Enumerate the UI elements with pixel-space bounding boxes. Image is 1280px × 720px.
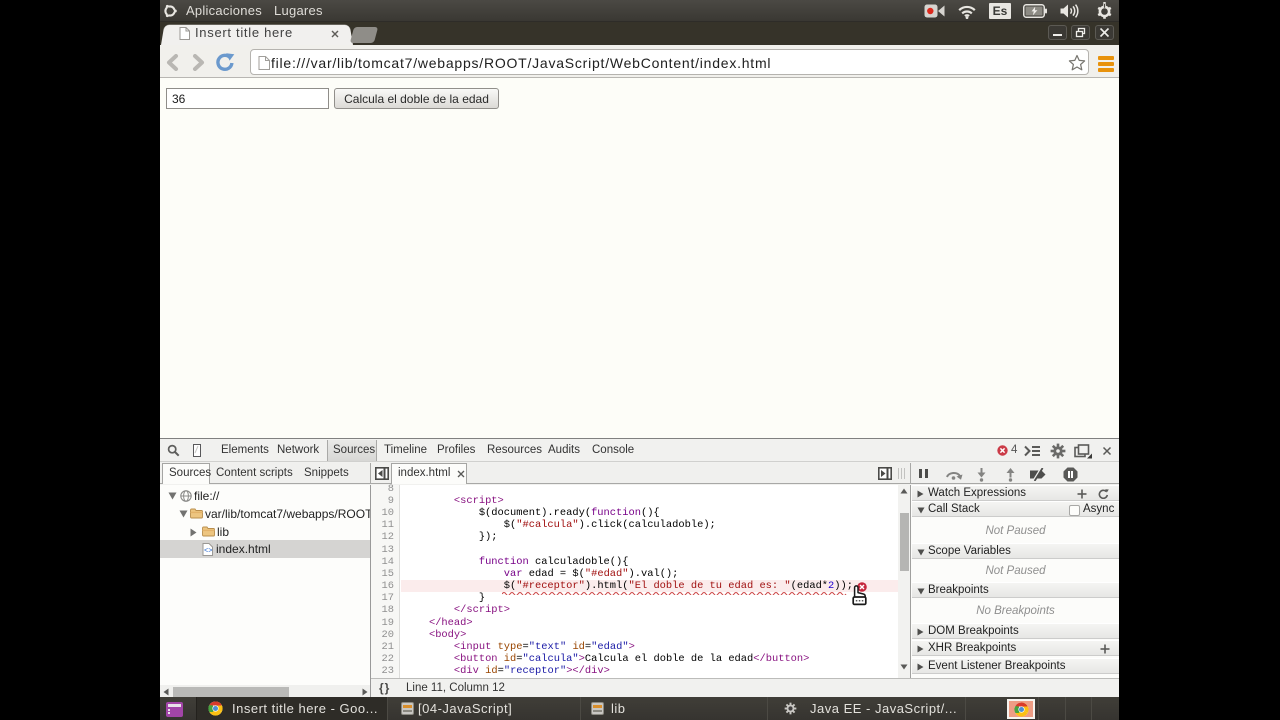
svg-text:<>: <> <box>204 548 212 556</box>
